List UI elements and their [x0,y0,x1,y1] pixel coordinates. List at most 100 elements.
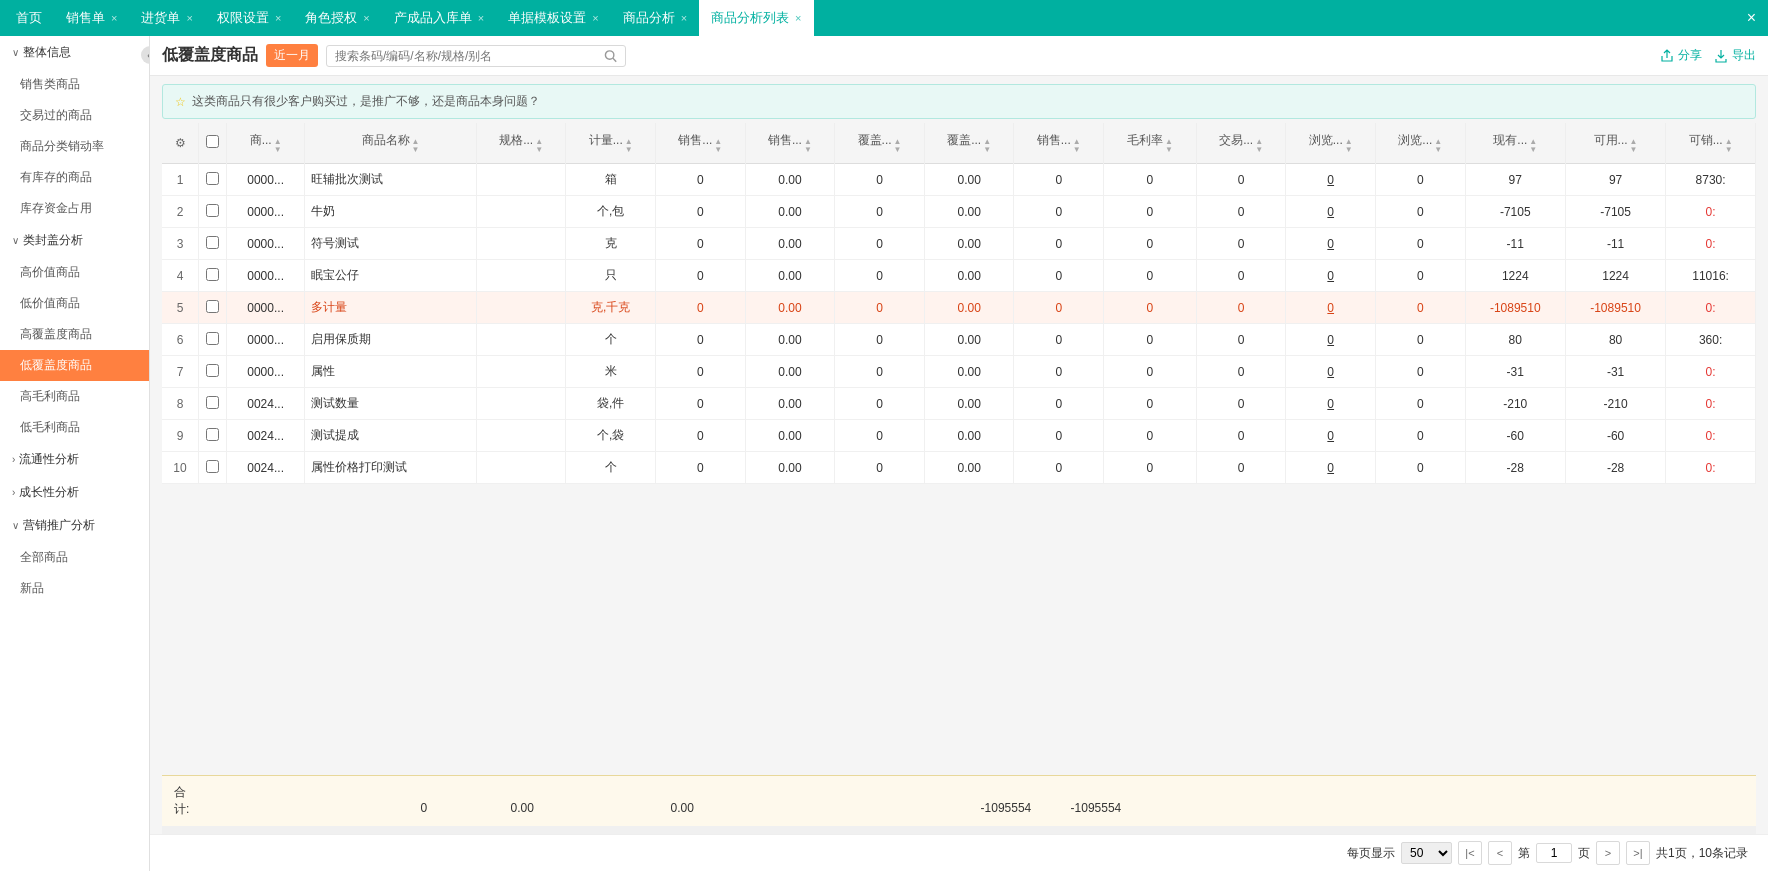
cell-name[interactable]: 旺辅批次测试 [305,164,477,196]
row-checkbox[interactable] [206,396,219,409]
cell-name[interactable]: 启用保质期 [305,324,477,356]
select-all-checkbox[interactable] [206,135,219,148]
close-tab-purchase[interactable]: × [186,12,192,24]
col-saleable[interactable]: 可销...▲▼ [1666,123,1756,164]
col-sales-stat[interactable]: 销售...▲▼ [1014,123,1104,164]
sidebar-section-liquidity[interactable]: › 流通性分析 [0,443,149,476]
col-unit[interactable]: 计量...▲▼ [566,123,656,164]
share-button[interactable]: 分享 [1660,47,1702,64]
sidebar-item-sales-goods[interactable]: 销售类商品 [0,69,149,100]
cell-name[interactable]: 测试数量 [305,388,477,420]
prev-page-button[interactable]: < [1488,841,1512,865]
row-checkbox[interactable] [206,172,219,185]
row-checkbox[interactable] [206,364,219,377]
close-tab-roles[interactable]: × [363,12,369,24]
per-page-select[interactable]: 20 50 100 [1401,842,1452,864]
settings-icon[interactable]: ⚙ [168,131,192,155]
cell-browse1[interactable]: 0 [1286,292,1376,324]
horizontal-scrollbar[interactable] [162,826,1756,834]
cell-checkbox[interactable] [199,388,227,420]
col-gross[interactable]: 毛利率▲▼ [1104,123,1197,164]
tab-home[interactable]: 首页 [4,0,54,36]
search-input[interactable] [335,49,600,63]
cell-name[interactable]: 属性 [305,356,477,388]
close-tab-goods-analysis-list[interactable]: × [795,12,801,24]
tab-goods-analysis[interactable]: 商品分析 × [611,0,699,36]
sidebar-item-low-margin[interactable]: 低毛利商品 [0,412,149,443]
cell-browse1[interactable]: 0 [1286,164,1376,196]
sidebar-section-coverage[interactable]: ∨ 类封盖分析 [0,224,149,257]
cell-checkbox[interactable] [199,356,227,388]
tab-roles[interactable]: 角色授权 × [293,0,381,36]
col-sales-amount[interactable]: 销售...▲▼ [745,123,835,164]
page-number-input[interactable] [1536,843,1572,863]
cell-checkbox[interactable] [199,452,227,484]
cell-checkbox[interactable] [199,228,227,260]
col-browse1[interactable]: 浏览...▲▼ [1286,123,1376,164]
date-filter-button[interactable]: 近一月 [266,44,318,67]
sidebar-item-low-coverage[interactable]: 低覆盖度商品 [0,350,149,381]
close-tab-permissions[interactable]: × [275,12,281,24]
tab-single-template[interactable]: 单据模板设置 × [496,0,610,36]
col-sales-qty[interactable]: 销售...▲▼ [656,123,746,164]
row-checkbox[interactable] [206,300,219,313]
sidebar-item-low-value[interactable]: 低价值商品 [0,288,149,319]
export-button[interactable]: 导出 [1714,47,1756,64]
sidebar-item-high-coverage[interactable]: 高覆盖度商品 [0,319,149,350]
cell-name[interactable]: 牛奶 [305,196,477,228]
col-spec[interactable]: 规格...▲▼ [476,123,566,164]
tab-goods-analysis-list[interactable]: 商品分析列表 × [699,0,813,36]
cell-browse1[interactable]: 0 [1286,420,1376,452]
sidebar-item-stock-goods[interactable]: 有库存的商品 [0,162,149,193]
sidebar-item-all-goods[interactable]: 全部商品 [0,542,149,573]
sidebar-item-traded-goods[interactable]: 交易过的商品 [0,100,149,131]
sidebar-item-category-sales[interactable]: 商品分类销动率 [0,131,149,162]
sidebar-section-growth[interactable]: › 成长性分析 [0,476,149,509]
cell-checkbox[interactable] [199,420,227,452]
row-checkbox[interactable] [206,332,219,345]
cell-name[interactable]: 测试提成 [305,420,477,452]
close-tab-sales[interactable]: × [111,12,117,24]
cell-checkbox[interactable] [199,260,227,292]
col-cov1[interactable]: 覆盖...▲▼ [835,123,925,164]
cell-name[interactable]: 多计量 [305,292,477,324]
close-tab-goods-analysis[interactable]: × [681,12,687,24]
cell-browse1[interactable]: 0 [1286,324,1376,356]
close-tab-products-entry[interactable]: × [478,12,484,24]
cell-browse1[interactable]: 0 [1286,452,1376,484]
sidebar-item-capital-occupy[interactable]: 库存资金占用 [0,193,149,224]
close-all-tabs[interactable]: × [1747,9,1756,27]
sidebar-section-overall[interactable]: ∨ 整体信息 [0,36,149,69]
col-current[interactable]: 现有...▲▼ [1465,123,1565,164]
sidebar-item-high-value[interactable]: 高价值商品 [0,257,149,288]
tab-purchase[interactable]: 进货单 × [129,0,204,36]
row-checkbox[interactable] [206,236,219,249]
next-page-button[interactable]: > [1596,841,1620,865]
row-checkbox[interactable] [206,204,219,217]
cell-checkbox[interactable] [199,292,227,324]
col-available[interactable]: 可用...▲▼ [1565,123,1665,164]
cell-name[interactable]: 眠宝公仔 [305,260,477,292]
sidebar-item-high-margin[interactable]: 高毛利商品 [0,381,149,412]
col-browse2[interactable]: 浏览...▲▼ [1376,123,1466,164]
col-code[interactable]: 商...▲▼ [227,123,305,164]
sidebar-item-new-goods[interactable]: 新品 [0,573,149,604]
cell-browse1[interactable]: 0 [1286,388,1376,420]
cell-name[interactable]: 符号测试 [305,228,477,260]
col-trans[interactable]: 交易...▲▼ [1196,123,1286,164]
row-checkbox[interactable] [206,460,219,473]
col-cov2[interactable]: 覆盖...▲▼ [924,123,1014,164]
cell-browse1[interactable]: 0 [1286,260,1376,292]
tab-permissions[interactable]: 权限设置 × [205,0,293,36]
tab-sales[interactable]: 销售单 × [54,0,129,36]
cell-checkbox[interactable] [199,196,227,228]
cell-name[interactable]: 属性价格打印测试 [305,452,477,484]
cell-browse1[interactable]: 0 [1286,196,1376,228]
cell-checkbox[interactable] [199,324,227,356]
first-page-button[interactable]: |< [1458,841,1482,865]
last-page-button[interactable]: >| [1626,841,1650,865]
row-checkbox[interactable] [206,428,219,441]
close-tab-single-template[interactable]: × [592,12,598,24]
col-name[interactable]: 商品名称▲▼ [305,123,477,164]
cell-checkbox[interactable] [199,164,227,196]
